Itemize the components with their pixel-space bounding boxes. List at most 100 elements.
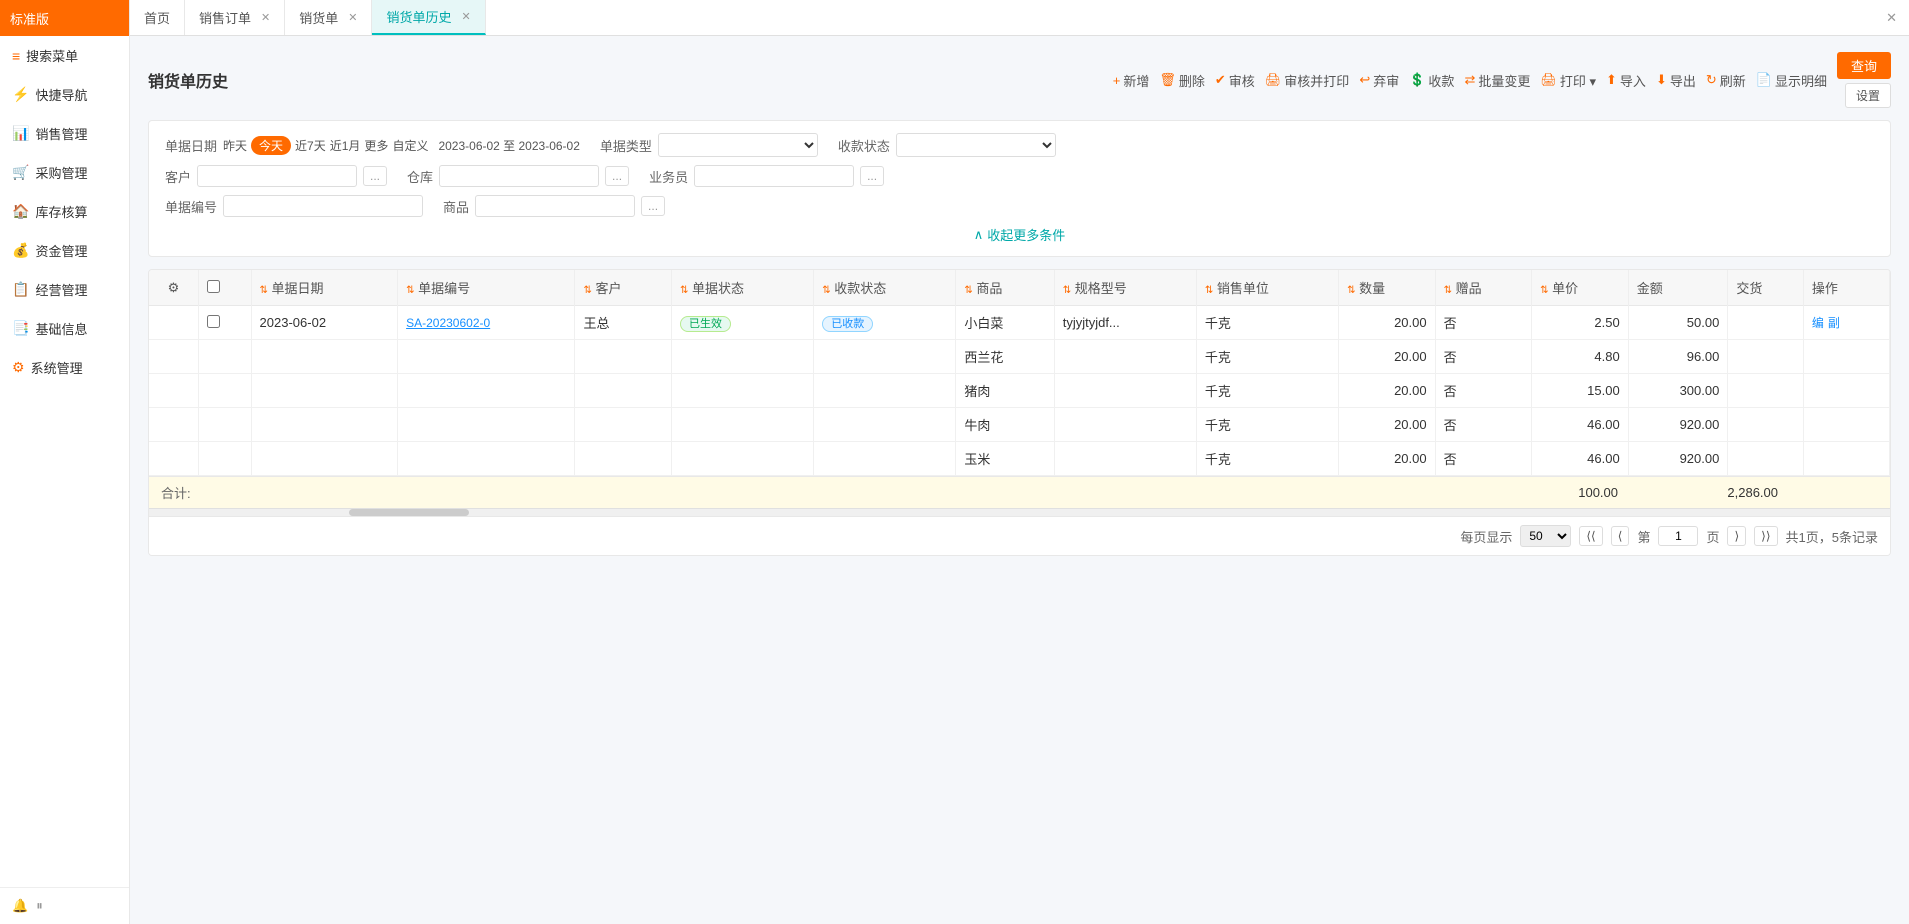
page-size-select[interactable]: 50 100 200 [1520, 525, 1571, 547]
sidebar-item-basic-info[interactable]: 📑 基础信息 [0, 309, 129, 348]
page-content: 销货单历史 + 新增 🗑 删除 ✔ 审核 🖨 审核并打印 [130, 36, 1909, 924]
col-sales-unit[interactable]: ⇅ 销售单位 [1196, 270, 1338, 306]
print-button[interactable]: 🖨 打印 ▾ [1540, 71, 1596, 90]
doc-number-input[interactable] [223, 195, 423, 217]
collapse-filter-btn[interactable]: ∧ 收起更多条件 [165, 225, 1874, 244]
goods-input[interactable] [475, 195, 635, 217]
date-7days[interactable]: 近7天 [295, 137, 326, 154]
search-menu-icon: ≡ [12, 48, 20, 64]
col-doc-status[interactable]: ⇅ 单据状态 [672, 270, 814, 306]
salesperson-select-btn[interactable]: ... [860, 166, 884, 186]
sort-icon: ⇅ [1444, 285, 1452, 296]
export-icon: ⬇ [1656, 72, 1667, 88]
salesperson-input[interactable] [694, 165, 854, 187]
date-yesterday[interactable]: 昨天 [223, 137, 247, 154]
refresh-icon: ↻ [1706, 72, 1717, 88]
import-button[interactable]: ⬆ 导入 [1606, 71, 1646, 90]
next-page-button[interactable]: ⟩ [1727, 526, 1746, 546]
doc-number-link[interactable]: SA-20230602-0 [406, 316, 490, 330]
cell-quantity: 20.00 [1339, 340, 1436, 374]
col-transaction[interactable]: 交货 [1728, 270, 1803, 306]
sidebar-item-purchase-mgmt[interactable]: 🛒 采购管理 [0, 153, 129, 192]
first-page-button[interactable]: ⟨⟨ [1579, 526, 1602, 546]
col-goods[interactable]: ⇅ 商品 [956, 270, 1054, 306]
total-info: 共1页，5条记录 [1786, 527, 1878, 546]
cell-amount: 50.00 [1628, 306, 1728, 340]
customer-label: 客户 [165, 167, 191, 186]
sidebar-item-search-menu[interactable]: ≡ 搜索菜单 [0, 36, 129, 75]
customer-select-btn[interactable]: ... [363, 166, 387, 186]
show-detail-button[interactable]: 📄 显示明细 [1756, 71, 1827, 90]
warehouse-select-btn[interactable]: ... [605, 166, 629, 186]
scrollbar-thumb[interactable] [349, 509, 469, 516]
pause-icon[interactable]: ⏸ [36, 898, 43, 914]
cell-sales-unit: 千克 [1196, 442, 1338, 476]
tab-sales-history-close[interactable]: ✕ [462, 10, 471, 23]
col-doc-date[interactable]: ⇅ 单据日期 [251, 270, 398, 306]
copy-button[interactable]: 副 [1828, 316, 1840, 330]
sidebar-item-quick-nav[interactable]: ⚡ 快捷导航 [0, 75, 129, 114]
page-unit: 页 [1706, 527, 1719, 546]
sidebar-item-label: 采购管理 [35, 163, 87, 182]
row-checkbox[interactable] [207, 315, 220, 328]
col-quantity[interactable]: ⇅ 数量 [1339, 270, 1436, 306]
col-spec-type[interactable]: ⇅ 规格型号 [1054, 270, 1196, 306]
audit-button[interactable]: ✔ 审核 [1215, 71, 1255, 90]
sidebar-item-sales-mgmt[interactable]: 📊 销售管理 [0, 114, 129, 153]
col-collection-status[interactable]: ⇅ 收款状态 [814, 270, 956, 306]
sidebar-item-operations-mgmt[interactable]: 📋 经营管理 [0, 270, 129, 309]
tab-sales-order[interactable]: 销售订单 ✕ [185, 0, 285, 35]
setting-button[interactable]: 设置 [1845, 83, 1891, 108]
sidebar-item-label: 基础信息 [35, 319, 87, 338]
cell-action: 编副 [1803, 306, 1889, 340]
cell-goods: 小白菜 [956, 306, 1054, 340]
audit-print-button[interactable]: 🖨 审核并打印 [1265, 71, 1350, 90]
cell-doc-number [398, 442, 575, 476]
col-amount[interactable]: 金额 [1628, 270, 1728, 306]
date-1month[interactable]: 近1月 [330, 137, 361, 154]
cell-customer [575, 374, 672, 408]
tabs-close-all[interactable]: ✕ [1874, 10, 1909, 26]
abandon-button[interactable]: ↩ 弃审 [1359, 71, 1399, 90]
collection-status-select[interactable] [896, 133, 1056, 157]
last-page-button[interactable]: ⟩⟩ [1754, 526, 1777, 546]
cell-quantity: 20.00 [1339, 408, 1436, 442]
abandon-icon: ↩ [1359, 72, 1370, 88]
date-today[interactable]: 今天 [251, 136, 291, 155]
edit-button[interactable]: 编 [1812, 316, 1824, 330]
sidebar-item-label: 资金管理 [35, 241, 87, 260]
query-button[interactable]: 查询 [1837, 52, 1891, 79]
filter-doc-number: 单据编号 [165, 195, 423, 217]
horizontal-scrollbar[interactable] [149, 508, 1890, 516]
customer-input[interactable] [197, 165, 357, 187]
prev-page-button[interactable]: ⟨ [1611, 526, 1630, 546]
tab-sales-delivery-close[interactable]: ✕ [348, 11, 357, 24]
page-number-input[interactable] [1658, 526, 1698, 546]
warehouse-input[interactable] [439, 165, 599, 187]
tab-sales-delivery[interactable]: 销货单 ✕ [285, 0, 372, 35]
sidebar-item-finance-mgmt[interactable]: 💰 资金管理 [0, 231, 129, 270]
tab-sales-order-close[interactable]: ✕ [261, 11, 270, 24]
delete-button[interactable]: 🗑 删除 [1159, 71, 1205, 90]
doc-type-select[interactable] [658, 133, 818, 157]
tab-sales-history[interactable]: 销货单历史 ✕ [372, 0, 485, 35]
date-custom[interactable]: 自定义 [392, 137, 428, 154]
new-button[interactable]: + 新增 [1113, 71, 1150, 90]
col-unit-price[interactable]: ⇅ 单价 [1532, 270, 1629, 306]
date-more[interactable]: 更多 [364, 137, 388, 154]
collapse-label: 收起更多条件 [987, 225, 1065, 244]
col-customer[interactable]: ⇅ 客户 [575, 270, 672, 306]
sidebar-item-inventory[interactable]: 🏠 库存核算 [0, 192, 129, 231]
batch-change-button[interactable]: ⇄ 批量变更 [1464, 71, 1530, 90]
goods-select-btn[interactable]: ... [641, 196, 665, 216]
refresh-button[interactable]: ↻ 刷新 [1706, 71, 1746, 90]
export-button[interactable]: ⬇ 导出 [1656, 71, 1696, 90]
notification-icon[interactable]: 🔔 [12, 898, 28, 914]
col-gift[interactable]: ⇅ 赠品 [1435, 270, 1532, 306]
gear-icon[interactable]: ⚙ [157, 280, 190, 296]
tab-home[interactable]: 首页 [130, 0, 185, 35]
sidebar-item-system-mgmt[interactable]: ⚙ 系统管理 [0, 348, 129, 387]
collect-button[interactable]: 💲 收款 [1409, 71, 1454, 90]
col-doc-number[interactable]: ⇅ 单据编号 [398, 270, 575, 306]
select-all-checkbox[interactable] [207, 280, 220, 293]
